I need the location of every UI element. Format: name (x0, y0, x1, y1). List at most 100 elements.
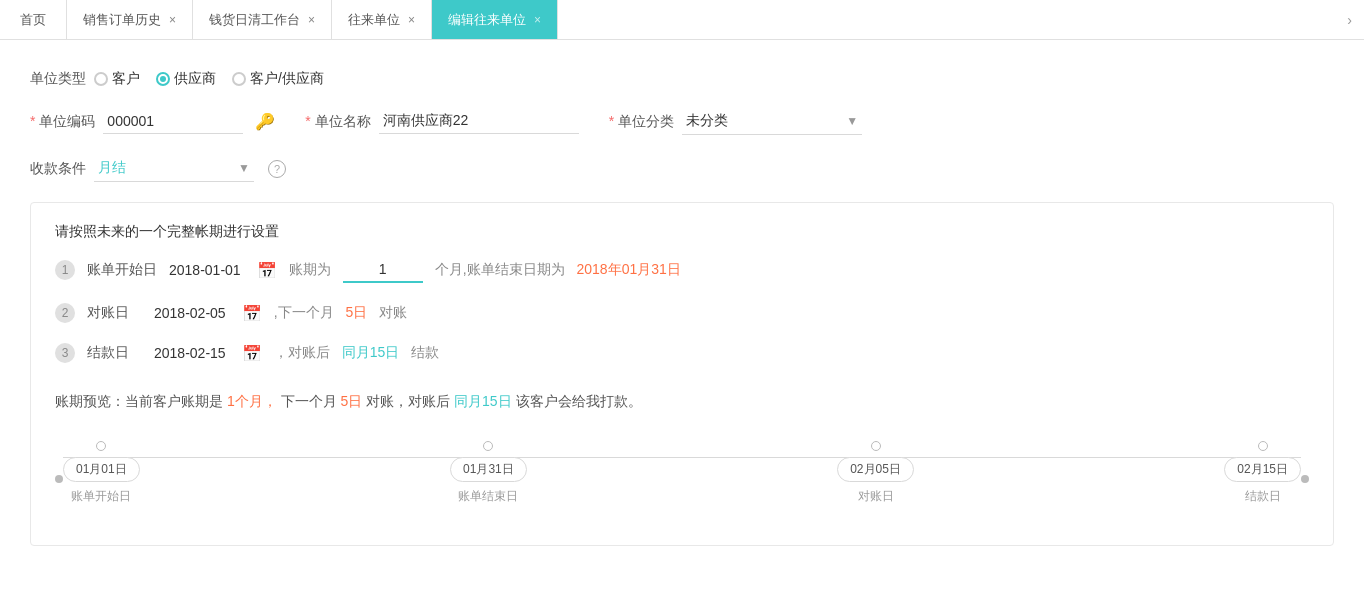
radio-both-circle (232, 72, 246, 86)
reconcile-label: 对账日 (87, 304, 142, 322)
tab-partner-label: 往来单位 (348, 11, 400, 29)
period-box: 请按照未来的一个完整帐期进行设置 1 账单开始日 2018-01-01 📅 账期… (30, 202, 1334, 546)
category-label: 单位分类 (609, 113, 674, 131)
payment-date-suffix: 结款 (411, 344, 439, 362)
payment-date-cal-icon[interactable]: 📅 (242, 344, 262, 363)
node-1-sub: 账单开始日 (71, 488, 131, 505)
radio-supplier-circle (156, 72, 170, 86)
period-row-2: 2 对账日 2018-02-05 📅 ,下一个月 5日 对账 (55, 303, 1309, 323)
tab-cash-work[interactable]: 钱货日清工作台 × (193, 0, 332, 39)
timeline-container: 01月01日 账单开始日 01月31日 账单结束日 02月05日 对账日 (55, 441, 1309, 525)
reconcile-suffix: 对账 (379, 304, 407, 322)
tabs-arrow[interactable]: › (1335, 12, 1364, 28)
code-input[interactable] (103, 109, 243, 134)
step-3: 3 (55, 343, 75, 363)
preview-middle1: 下一个月 (281, 393, 337, 409)
name-item: 单位名称 (305, 109, 578, 134)
node-3-dot (871, 441, 881, 451)
tab-partner[interactable]: 往来单位 × (332, 0, 432, 39)
main-content: 单位类型 客户 供应商 客户/供应商 单位编码 🔑 (0, 40, 1364, 608)
category-item: 单位分类 未分类 ▼ (609, 108, 862, 135)
timeline-right-dot (1301, 475, 1309, 483)
preview-text: 账期预览：当前客户账期是 1个月， 下一个月 5日 对账，对账后 同月15日 该… (55, 383, 1309, 421)
node-2-badge: 01月31日 (450, 457, 527, 482)
radio-both-label: 客户/供应商 (250, 70, 324, 88)
code-name-row: 单位编码 🔑 单位名称 单位分类 未分类 ▼ (30, 108, 1334, 135)
payment-date-value: 2018-02-15 (154, 345, 226, 361)
preview-highlight2: 5日 (340, 393, 362, 409)
payment-chevron-icon: ▼ (238, 161, 250, 175)
timeline-node-4: 02月15日 结款日 (1224, 441, 1301, 505)
period-title: 请按照未来的一个完整帐期进行设置 (55, 223, 1309, 241)
tab-edit-partner-label: 编辑往来单位 (448, 11, 526, 29)
tab-sales-history-close[interactable]: × (169, 13, 176, 27)
radio-supplier[interactable]: 供应商 (156, 70, 216, 88)
tab-partner-close[interactable]: × (408, 13, 415, 27)
unit-type-label: 单位类型 (30, 70, 86, 88)
payment-help-icon[interactable]: ? (268, 160, 286, 178)
category-value: 未分类 (686, 112, 846, 130)
tab-sales-history-label: 销售订单历史 (83, 11, 161, 29)
radio-customer-label: 客户 (112, 70, 140, 88)
period-row-1: 1 账单开始日 2018-01-01 📅 账期为 个月,账单结束日期为 2018… (55, 257, 1309, 283)
node-3-sub: 对账日 (858, 488, 894, 505)
name-label: 单位名称 (305, 113, 370, 131)
timeline-node-2: 01月31日 账单结束日 (450, 441, 527, 505)
node-3-badge: 02月05日 (837, 457, 914, 482)
period-row-3: 3 结款日 2018-02-15 📅 ，对账后 同月15日 结款 (55, 343, 1309, 363)
payment-item: 收款条件 月结 ▼ ? (30, 155, 286, 182)
start-date-cal-icon[interactable]: 📅 (257, 261, 277, 280)
category-select[interactable]: 未分类 ▼ (682, 108, 862, 135)
months-input[interactable] (343, 257, 423, 283)
tab-edit-partner-close[interactable]: × (534, 13, 541, 27)
reconcile-prefix: ,下一个月 (274, 304, 334, 322)
unit-type-row: 单位类型 客户 供应商 客户/供应商 (30, 70, 1334, 88)
payment-label: 收款条件 (30, 160, 86, 178)
tab-cash-work-close[interactable]: × (308, 13, 315, 27)
node-4-dot (1258, 441, 1268, 451)
preview-middle2: 对账，对账后 (366, 393, 454, 409)
reconcile-date: 2018-02-05 (154, 305, 226, 321)
payment-value: 月结 (98, 159, 238, 177)
tab-home[interactable]: 首页 (0, 0, 67, 39)
preview-suffix: 该客户会给我打款。 (516, 393, 642, 409)
name-input[interactable] (379, 109, 579, 134)
reconcile-cal-icon[interactable]: 📅 (242, 304, 262, 323)
code-copy-icon[interactable]: 🔑 (255, 112, 275, 131)
timeline-inner: 01月01日 账单开始日 01月31日 账单结束日 02月05日 对账日 (63, 441, 1301, 505)
radio-customer[interactable]: 客户 (94, 70, 140, 88)
tabs-bar: 首页 销售订单历史 × 钱货日清工作台 × 往来单位 × 编辑往来单位 × › (0, 0, 1364, 40)
reconcile-highlight: 5日 (346, 304, 368, 322)
tab-sales-history[interactable]: 销售订单历史 × (67, 0, 193, 39)
radio-supplier-label: 供应商 (174, 70, 216, 88)
step-1: 1 (55, 260, 75, 280)
node-1-dot (96, 441, 106, 451)
start-date-value: 2018-01-01 (169, 262, 241, 278)
preview-highlight3: 同月15日 (454, 393, 512, 409)
node-1-badge: 01月01日 (63, 457, 140, 482)
preview-highlight1: 1个月， (227, 393, 277, 409)
timeline-node-1: 01月01日 账单开始日 (63, 441, 140, 505)
timeline-nodes: 01月01日 账单开始日 01月31日 账单结束日 02月05日 对账日 (63, 441, 1301, 505)
start-date-label: 账单开始日 (87, 261, 157, 279)
radio-customer-circle (94, 72, 108, 86)
node-4-badge: 02月15日 (1224, 457, 1301, 482)
payment-date-highlight: 同月15日 (342, 344, 400, 362)
period-suffix-after: 个月,账单结束日期为 (435, 261, 565, 279)
timeline-node-3: 02月05日 对账日 (837, 441, 914, 505)
period-end-date: 2018年01月31日 (577, 261, 681, 279)
payment-date-label: 结款日 (87, 344, 142, 362)
payment-select[interactable]: 月结 ▼ (94, 155, 254, 182)
radio-both[interactable]: 客户/供应商 (232, 70, 324, 88)
tab-home-label: 首页 (20, 11, 46, 29)
preview-prefix: 账期预览：当前客户账期是 (55, 393, 223, 409)
tab-edit-partner[interactable]: 编辑往来单位 × (432, 0, 558, 39)
node-4-sub: 结款日 (1245, 488, 1281, 505)
period-suffix-before: 账期为 (289, 261, 331, 279)
unit-type-item: 单位类型 客户 供应商 客户/供应商 (30, 70, 324, 88)
tab-cash-work-label: 钱货日清工作台 (209, 11, 300, 29)
code-label: 单位编码 (30, 113, 95, 131)
node-2-dot (483, 441, 493, 451)
radio-group: 客户 供应商 客户/供应商 (94, 70, 324, 88)
payment-date-prefix: ，对账后 (274, 344, 330, 362)
